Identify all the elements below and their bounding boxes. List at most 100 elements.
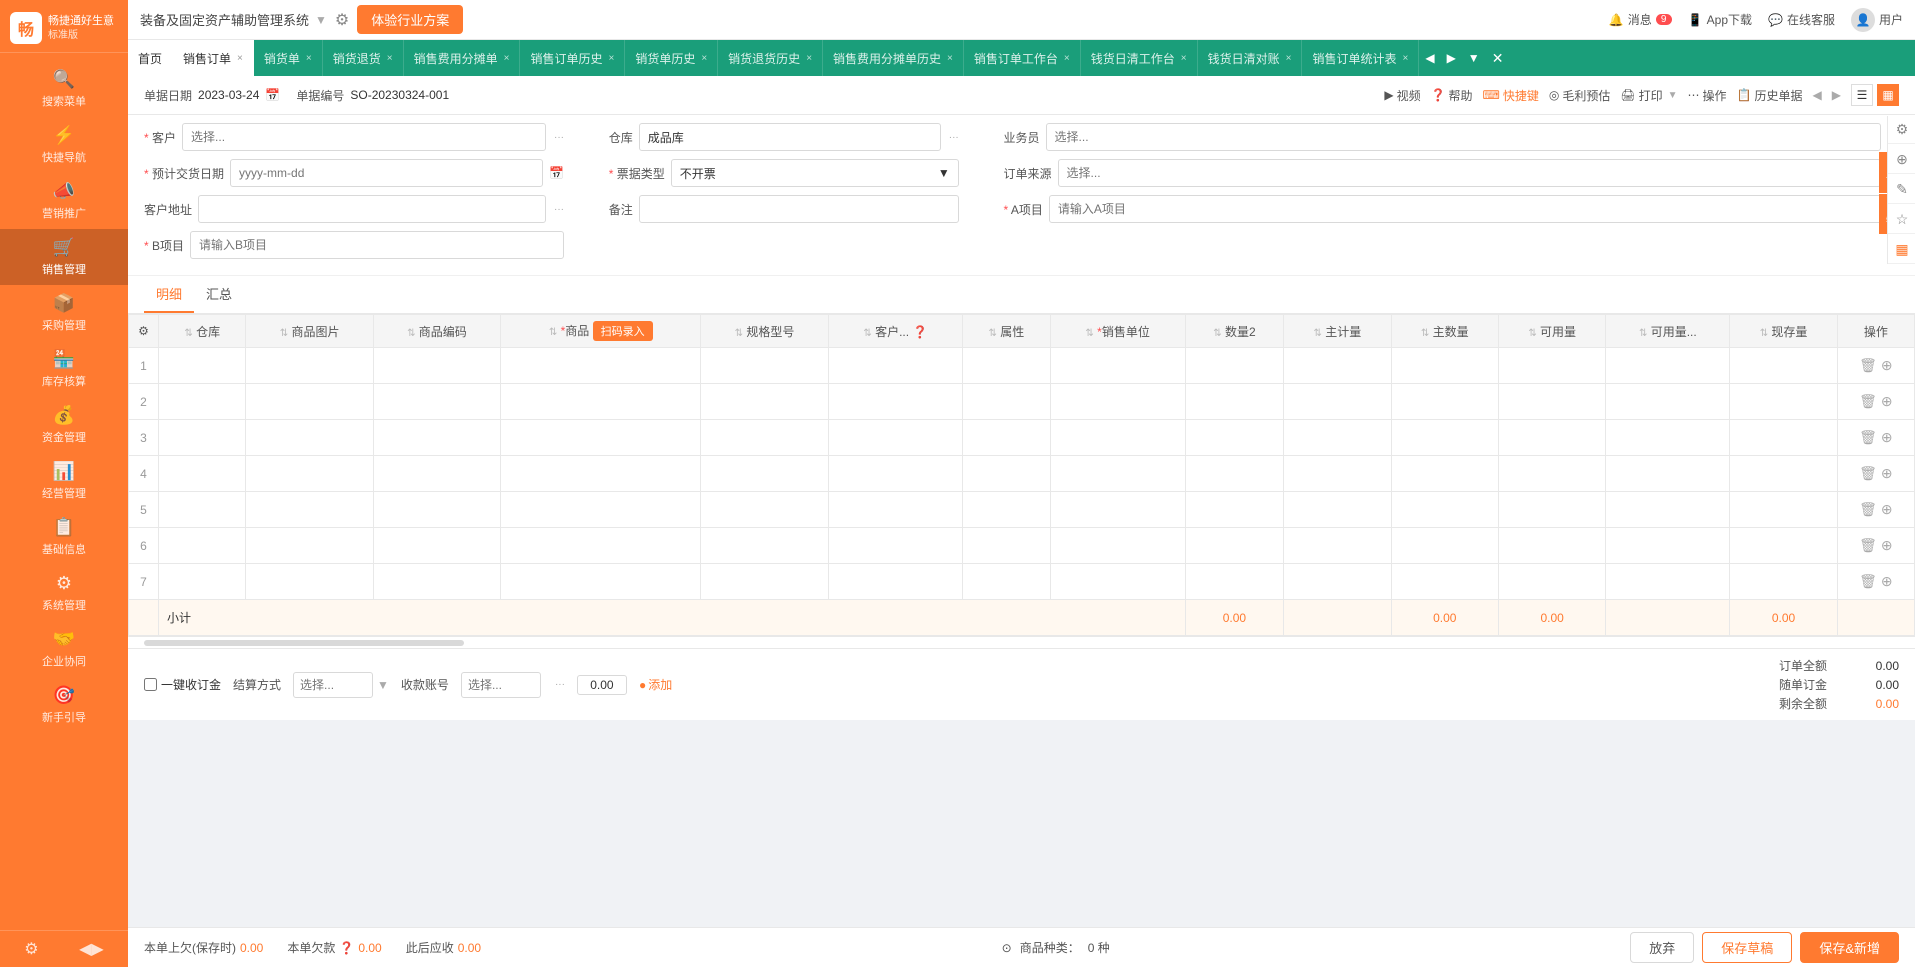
sidebar-item-inventory[interactable]: 🏪 库存核算 bbox=[0, 341, 128, 397]
tab-close-icon9[interactable]: × bbox=[1064, 53, 1070, 64]
right-tool-add[interactable]: ⊕ bbox=[1888, 146, 1915, 174]
horizontal-scrollbar[interactable] bbox=[144, 640, 464, 646]
sidebar-item-search[interactable]: 🔍 搜索菜单 bbox=[0, 61, 128, 117]
sidebar-item-system[interactable]: ⚙ 系统管理 bbox=[0, 565, 128, 621]
tab-close-icon11[interactable]: × bbox=[1286, 53, 1292, 64]
help-btn[interactable]: ❓ 帮助 bbox=[1431, 87, 1473, 104]
notice-btn[interactable]: 🔔 消息 9 bbox=[1609, 11, 1672, 28]
tab-order-workbench[interactable]: 销售订单工作台 × bbox=[964, 40, 1081, 76]
sidebar-item-quick-nav[interactable]: ⚡ 快捷导航 bbox=[0, 117, 128, 173]
tabs-close-all[interactable]: ✕ bbox=[1486, 40, 1510, 76]
delete-row-3-btn[interactable]: 🗑 bbox=[1859, 429, 1877, 446]
customer-input[interactable] bbox=[182, 123, 546, 151]
cell-main-qty-2[interactable] bbox=[1391, 384, 1498, 420]
tabs-next[interactable]: ▶ bbox=[1441, 40, 1462, 76]
profit-btn[interactable]: ◎ 毛利预估 bbox=[1549, 87, 1611, 104]
question-icon[interactable]: ❓ bbox=[912, 325, 927, 339]
delete-row-4-btn[interactable]: 🗑 bbox=[1859, 465, 1877, 482]
sidebar-item-sales[interactable]: 🛒 销售管理 bbox=[0, 229, 128, 285]
tab-close-icon4[interactable]: × bbox=[504, 53, 510, 64]
tabs-menu[interactable]: ▼ bbox=[1462, 40, 1486, 76]
delete-row-6-btn[interactable]: 🗑 bbox=[1859, 537, 1877, 554]
solution-button[interactable]: 体验行业方案 bbox=[357, 5, 463, 34]
save-draft-button[interactable]: 保存草稿 bbox=[1702, 932, 1792, 963]
order-source-input[interactable] bbox=[1058, 159, 1882, 187]
sidebar-item-purchase[interactable]: 📦 采购管理 bbox=[0, 285, 128, 341]
copy-row-1-btn[interactable]: ⊕ bbox=[1881, 357, 1893, 374]
cell-warehouse-2[interactable] bbox=[159, 384, 246, 420]
cell-product-3[interactable] bbox=[501, 420, 701, 456]
cell-customer-1[interactable] bbox=[828, 348, 962, 384]
cell-customer-2[interactable] bbox=[828, 384, 962, 420]
system-selector[interactable]: 装备及固定资产辅助管理系统 ▼ bbox=[140, 10, 327, 29]
cell-attr-2[interactable] bbox=[963, 384, 1050, 420]
copy-row-6-btn[interactable]: ⊕ bbox=[1881, 537, 1893, 554]
col-settings-icon[interactable]: ⚙ bbox=[138, 324, 149, 338]
copy-row-4-btn[interactable]: ⊕ bbox=[1881, 465, 1893, 482]
sidebar-item-guide[interactable]: 🎯 新手引导 bbox=[0, 677, 128, 733]
discard-button[interactable]: 放弃 bbox=[1630, 932, 1694, 963]
tab-close-icon3[interactable]: × bbox=[387, 53, 393, 64]
delivery-date-input[interactable] bbox=[230, 159, 543, 187]
cell-qty2-1[interactable] bbox=[1185, 348, 1284, 384]
settlement-dropdown-icon[interactable]: ▼ bbox=[377, 678, 389, 692]
tab-sales-return[interactable]: 销货退货 × bbox=[323, 40, 404, 76]
tab-expense-history[interactable]: 销售费用分摊单历史 × bbox=[823, 40, 964, 76]
sidebar-item-operations[interactable]: 📊 经营管理 bbox=[0, 453, 128, 509]
cell-spec-1[interactable] bbox=[701, 348, 828, 384]
cell-spec-2[interactable] bbox=[701, 384, 828, 420]
delete-row-2-btn[interactable]: 🗑 bbox=[1859, 393, 1877, 410]
tab-invoice-history[interactable]: 销货单历史 × bbox=[625, 40, 718, 76]
tab-active[interactable]: 销售订单 × bbox=[173, 40, 254, 76]
delete-row-1-btn[interactable]: 🗑 bbox=[1859, 357, 1877, 374]
copy-row-7-btn[interactable]: ⊕ bbox=[1881, 573, 1893, 590]
cell-warehouse-1[interactable] bbox=[159, 348, 246, 384]
help-curr-icon[interactable]: ❓ bbox=[339, 941, 354, 955]
cell-code-1[interactable] bbox=[373, 348, 500, 384]
tab-daily-workbench[interactable]: 钱货日清工作台 × bbox=[1081, 40, 1198, 76]
tab-order-stats[interactable]: 销售订单统计表 × bbox=[1302, 40, 1419, 76]
tab-close-icon7[interactable]: × bbox=[806, 53, 812, 64]
nav-left-icon[interactable]: ◀ bbox=[1813, 88, 1822, 102]
right-tool-scan[interactable]: ▦ bbox=[1888, 236, 1915, 264]
tab-summary[interactable]: 汇总 bbox=[194, 276, 244, 313]
tab-close-icon5[interactable]: × bbox=[608, 53, 614, 64]
address-input[interactable] bbox=[198, 195, 546, 223]
copy-row-3-btn[interactable]: ⊕ bbox=[1881, 429, 1893, 446]
nav-right-icon[interactable]: ▶ bbox=[1832, 88, 1841, 102]
cell-unit-2[interactable] bbox=[1050, 384, 1185, 420]
scan-btn[interactable]: 扫码录入 bbox=[593, 321, 653, 341]
history-btn[interactable]: 📋 历史单据 bbox=[1737, 87, 1803, 104]
print-btn[interactable]: 🖨 打印 ▼ bbox=[1620, 87, 1677, 104]
cell-product-1[interactable] bbox=[501, 348, 701, 384]
list-view-btn[interactable]: ☰ bbox=[1851, 84, 1873, 106]
cell-code-2[interactable] bbox=[373, 384, 500, 420]
grid-view-btn[interactable]: ▦ bbox=[1877, 84, 1899, 106]
settlement-input[interactable] bbox=[293, 672, 373, 698]
tab-close-icon6[interactable]: × bbox=[701, 53, 707, 64]
warehouse-input[interactable] bbox=[639, 123, 941, 151]
cell-qty2-2[interactable] bbox=[1185, 384, 1284, 420]
sidebar-settings-btn[interactable]: ⚙ bbox=[24, 939, 38, 959]
tab-close-icon2[interactable]: × bbox=[306, 53, 312, 64]
one-click-collection-checkbox[interactable]: 一键收订金 bbox=[144, 676, 221, 693]
cell-unit-1[interactable] bbox=[1050, 348, 1185, 384]
copy-row-2-btn[interactable]: ⊕ bbox=[1881, 393, 1893, 410]
tabs-prev[interactable]: ◀ bbox=[1419, 40, 1440, 76]
delivery-calendar-icon[interactable]: 📅 bbox=[549, 166, 564, 180]
right-tool-settings[interactable]: ⚙ bbox=[1888, 116, 1915, 144]
settings-btn[interactable]: ⚙ bbox=[335, 10, 349, 30]
tab-close-icon10[interactable]: × bbox=[1181, 53, 1187, 64]
tab-close-icon8[interactable]: × bbox=[947, 53, 953, 64]
sidebar-item-marketing[interactable]: 📣 营销推广 bbox=[0, 173, 128, 229]
invoice-type-select[interactable]: 不开票 ▼ bbox=[671, 159, 959, 187]
tab-return-history[interactable]: 销货退货历史 × bbox=[718, 40, 823, 76]
cell-product-2[interactable] bbox=[501, 384, 701, 420]
sidebar-item-finance[interactable]: 💰 资金管理 bbox=[0, 397, 128, 453]
tab-close-icon12[interactable]: × bbox=[1402, 53, 1408, 64]
shortcut-btn[interactable]: ⌨ 快捷键 bbox=[1483, 87, 1539, 104]
tab-order-history[interactable]: 销售订单历史 × bbox=[520, 40, 625, 76]
delete-row-7-btn[interactable]: 🗑 bbox=[1859, 573, 1877, 590]
note-input[interactable] bbox=[639, 195, 959, 223]
b-project-input[interactable] bbox=[190, 231, 564, 259]
